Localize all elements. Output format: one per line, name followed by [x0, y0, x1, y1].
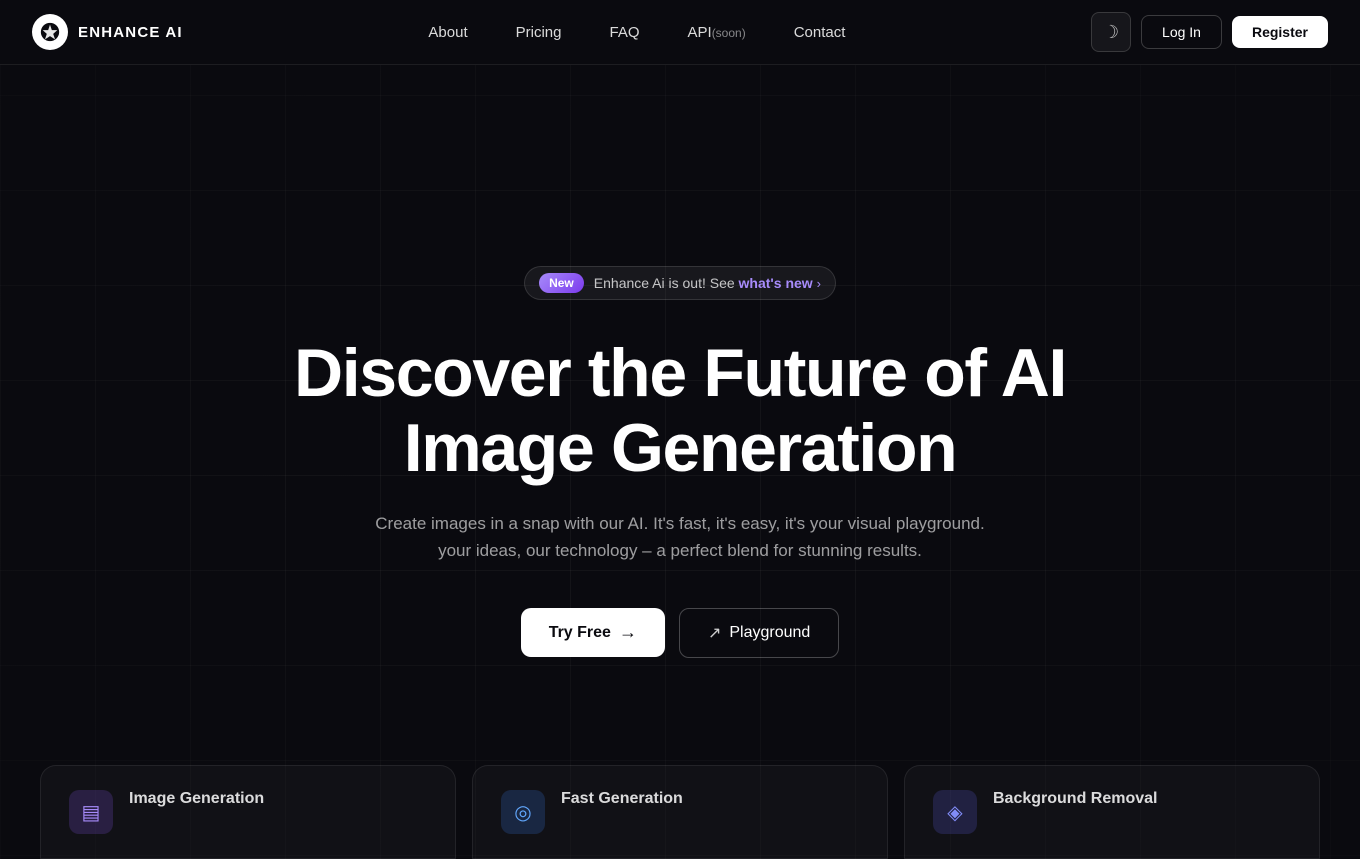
moon-icon: ☽ [1103, 22, 1119, 43]
background-removal-icon: ◈ [933, 790, 977, 834]
playground-button[interactable]: ↗ Playground [679, 608, 839, 658]
fast-generation-icon: ◎ [501, 790, 545, 834]
logo-icon [32, 14, 68, 50]
try-free-button[interactable]: Try Free → [521, 608, 665, 657]
nav-links: About Pricing FAQ API(soon) Contact [408, 16, 865, 49]
hero-subtitle: Create images in a snap with our AI. It'… [360, 510, 1000, 564]
feature-fast-generation-label: Fast Generation [561, 790, 683, 808]
nav-contact[interactable]: Contact [774, 16, 866, 49]
logo-link[interactable]: ENHANCE AI [32, 14, 183, 50]
feature-card-fast-generation: ◎ Fast Generation [472, 765, 888, 859]
nav-api[interactable]: API(soon) [668, 16, 766, 49]
feature-card-image-generation: ▤ Image Generation [40, 765, 456, 859]
nav-about[interactable]: About [408, 16, 487, 49]
feature-card-background-removal: ◈ Background Removal [904, 765, 1320, 859]
badge-arrow-icon: › [817, 276, 821, 291]
nav-faq[interactable]: FAQ [589, 16, 659, 49]
login-button[interactable]: Log In [1141, 15, 1222, 49]
features-section: ▤ Image Generation ◎ Fast Generation ◈ B… [0, 765, 1360, 859]
hero-buttons: Try Free → ↗ Playground [521, 608, 840, 658]
dark-mode-toggle[interactable]: ☽ [1091, 12, 1131, 52]
navbar: ENHANCE AI About Pricing FAQ API(soon) C… [0, 0, 1360, 65]
nav-actions: ☽ Log In Register [1091, 12, 1328, 52]
register-button[interactable]: Register [1232, 16, 1328, 48]
hero-content: New Enhance Ai is out! See what's new › … [230, 266, 1130, 658]
arrow-right-icon: → [619, 622, 637, 643]
image-generation-icon: ▤ [69, 790, 113, 834]
whats-new-link[interactable]: what's new [739, 275, 813, 291]
external-link-icon: ↗ [708, 623, 721, 643]
hero-title: Discover the Future of AI Image Generati… [254, 336, 1106, 486]
feature-image-generation-label: Image Generation [129, 790, 264, 808]
logo-text: ENHANCE AI [78, 24, 183, 41]
new-announcement-badge[interactable]: New Enhance Ai is out! See what's new › [524, 266, 836, 300]
hero-section: New Enhance Ai is out! See what's new › … [0, 0, 1360, 859]
new-label: New [539, 273, 584, 293]
badge-text: Enhance Ai is out! See what's new › [594, 275, 821, 291]
nav-pricing[interactable]: Pricing [496, 16, 582, 49]
feature-background-removal-label: Background Removal [993, 790, 1157, 808]
